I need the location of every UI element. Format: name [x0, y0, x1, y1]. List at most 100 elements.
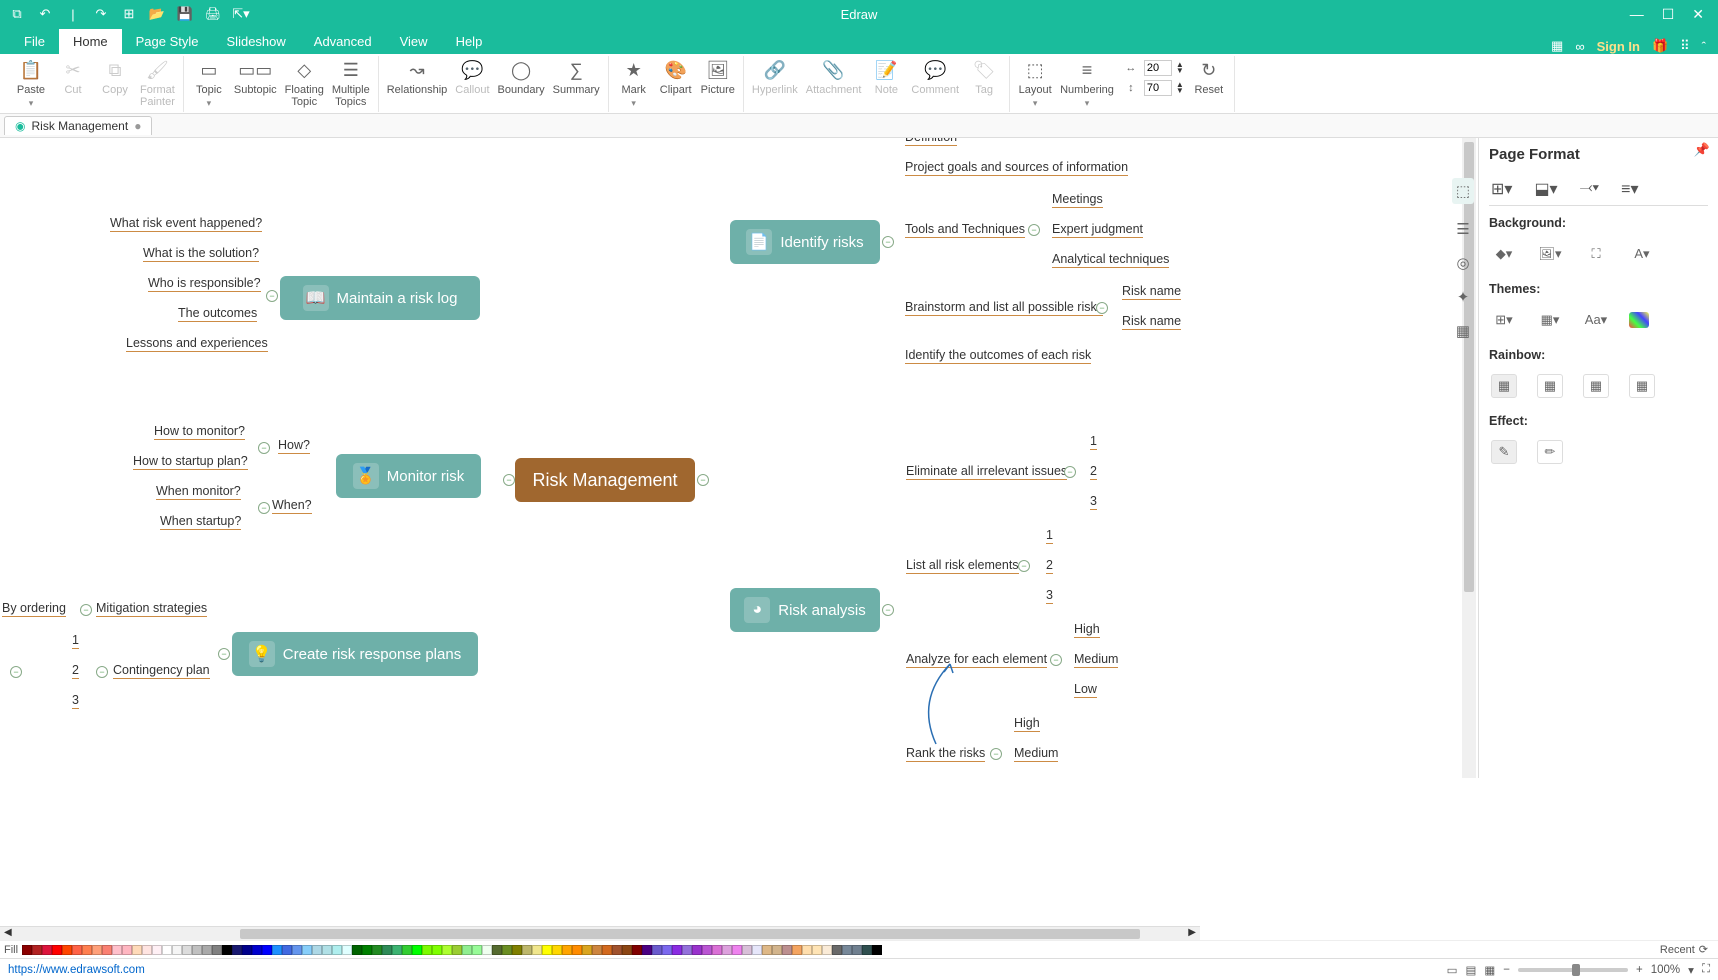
picture-button[interactable]: 🖼Picture — [701, 60, 735, 96]
horizontal-scrollbar[interactable]: ◀ ▶ — [0, 926, 1200, 940]
color-swatch[interactable] — [452, 945, 462, 955]
color-swatch[interactable] — [222, 945, 232, 955]
color-swatch[interactable] — [22, 945, 32, 955]
spinner-icon[interactable]: ▲▼ — [1176, 62, 1184, 74]
undo-icon[interactable]: ↶ — [36, 6, 54, 22]
tab-help[interactable]: Help — [442, 29, 497, 54]
color-swatch[interactable] — [772, 945, 782, 955]
recent-refresh-icon[interactable]: ⟳ — [1699, 943, 1708, 956]
tab-advanced[interactable]: Advanced — [300, 29, 386, 54]
rainbow-4-icon[interactable]: ▦ — [1629, 374, 1655, 398]
leaf[interactable]: Expert judgment — [1052, 222, 1143, 238]
leaf[interactable]: 3 — [72, 693, 79, 709]
leaf[interactable]: 2 — [72, 663, 79, 679]
leaf[interactable]: Who is responsible? — [148, 276, 261, 292]
color-swatch[interactable] — [462, 945, 472, 955]
grid-icon[interactable]: ⊞▾ — [1491, 179, 1512, 199]
expand-icon[interactable]: − — [266, 290, 278, 302]
node-risk-analysis[interactable]: ◕Risk analysis — [730, 588, 880, 632]
leaf[interactable]: Medium — [1074, 652, 1118, 668]
color-swatch[interactable] — [382, 945, 392, 955]
expand-icon[interactable]: − — [1018, 560, 1030, 572]
theme-grid-icon[interactable]: ⊞▾ — [1491, 308, 1517, 332]
color-swatch[interactable] — [872, 945, 882, 955]
color-swatch[interactable] — [202, 945, 212, 955]
relationship-button[interactable]: ↝Relationship — [387, 60, 448, 96]
tab-file[interactable]: File — [10, 29, 59, 54]
color-swatch[interactable] — [582, 945, 592, 955]
color-swatch[interactable] — [322, 945, 332, 955]
color-swatch[interactable] — [692, 945, 702, 955]
color-swatch[interactable] — [162, 945, 172, 955]
leaf[interactable]: 1 — [72, 633, 79, 649]
leaf[interactable]: Mitigation strategies — [96, 601, 207, 617]
leaf[interactable]: 2 — [1090, 464, 1097, 480]
color-swatch[interactable] — [472, 945, 482, 955]
color-swatch[interactable] — [632, 945, 642, 955]
expand-icon[interactable]: − — [882, 604, 894, 616]
color-swatch[interactable] — [602, 945, 612, 955]
fill-icon[interactable]: ◆▾ — [1491, 242, 1517, 266]
color-swatch[interactable] — [712, 945, 722, 955]
expand-icon[interactable]: − — [1096, 302, 1108, 314]
color-swatch[interactable] — [142, 945, 152, 955]
color-swatch[interactable] — [182, 945, 192, 955]
color-swatch[interactable] — [392, 945, 402, 955]
leaf[interactable]: Project goals and sources of information — [905, 160, 1128, 176]
color-swatch[interactable] — [702, 945, 712, 955]
view-mode-3-icon[interactable]: ▦ — [1484, 963, 1495, 977]
leaf[interactable]: Low — [1074, 682, 1097, 698]
color-swatch[interactable] — [622, 945, 632, 955]
leaf[interactable]: Eliminate all irrelevant issues — [906, 464, 1067, 480]
leaf[interactable]: When startup? — [160, 514, 241, 530]
leaf[interactable]: Meetings — [1052, 192, 1103, 208]
color-swatch[interactable] — [522, 945, 532, 955]
color-swatch[interactable] — [672, 945, 682, 955]
node-create-response-plans[interactable]: 💡Create risk response plans — [232, 632, 478, 676]
leaf[interactable]: High — [1014, 716, 1040, 732]
expand-icon[interactable]: − — [258, 502, 270, 514]
view-mode-2-icon[interactable]: ▤ — [1466, 963, 1477, 977]
leaf[interactable]: Risk name — [1122, 284, 1181, 300]
leaf[interactable]: How? — [278, 438, 310, 454]
color-swatch[interactable] — [212, 945, 222, 955]
node-center[interactable]: Risk Management — [515, 458, 695, 502]
color-swatch[interactable] — [642, 945, 652, 955]
clipart-button[interactable]: 🎨Clipart — [659, 60, 693, 96]
subtopic-button[interactable]: ▭▭Subtopic — [234, 60, 277, 96]
summary-button[interactable]: ∑Summary — [553, 60, 600, 96]
color-swatch[interactable] — [312, 945, 322, 955]
tab-page-style[interactable]: Page Style — [122, 29, 213, 54]
color-swatch[interactable] — [822, 945, 832, 955]
leaf[interactable]: What risk event happened? — [110, 216, 262, 232]
leaf[interactable]: High — [1074, 622, 1100, 638]
color-swatch[interactable] — [72, 945, 82, 955]
maximize-icon[interactable]: ☐ — [1662, 6, 1675, 23]
list-icon[interactable]: ☰ — [1456, 220, 1469, 238]
reset-button[interactable]: ↻Reset — [1192, 60, 1226, 96]
leaf[interactable]: How to startup plan? — [133, 454, 248, 470]
leaf[interactable]: When? — [272, 498, 312, 514]
color-swatch[interactable] — [122, 945, 132, 955]
cursor-icon[interactable]: ⬚ — [1452, 178, 1474, 204]
color-swatch[interactable] — [292, 945, 302, 955]
color-swatch[interactable] — [92, 945, 102, 955]
leaf[interactable]: Analytical techniques — [1052, 252, 1169, 268]
view-mode-1-icon[interactable]: ▭ — [1447, 963, 1458, 977]
color-swatch[interactable] — [342, 945, 352, 955]
zoom-out-icon[interactable]: − — [1503, 964, 1510, 976]
color-swatch[interactable] — [482, 945, 492, 955]
node-maintain-risk-log[interactable]: 📖Maintain a risk log — [280, 276, 480, 320]
paste-button[interactable]: 📋Paste — [14, 60, 48, 109]
expand-icon[interactable]: − — [697, 474, 709, 486]
color-swatch[interactable] — [442, 945, 452, 955]
print-icon[interactable]: 🖨 — [204, 6, 222, 22]
share-icon[interactable]: ∞ — [1575, 39, 1584, 54]
color-swatch[interactable] — [662, 945, 672, 955]
layout-button[interactable]: ⬚Layout — [1018, 60, 1052, 109]
numbering-button[interactable]: ≡Numbering — [1060, 60, 1114, 109]
tab-home[interactable]: Home — [59, 29, 122, 54]
close-icon[interactable]: ✕ — [1692, 6, 1704, 23]
expand-icon[interactable]: − — [882, 236, 894, 248]
gift-icon[interactable]: 🎁 — [1652, 38, 1668, 54]
